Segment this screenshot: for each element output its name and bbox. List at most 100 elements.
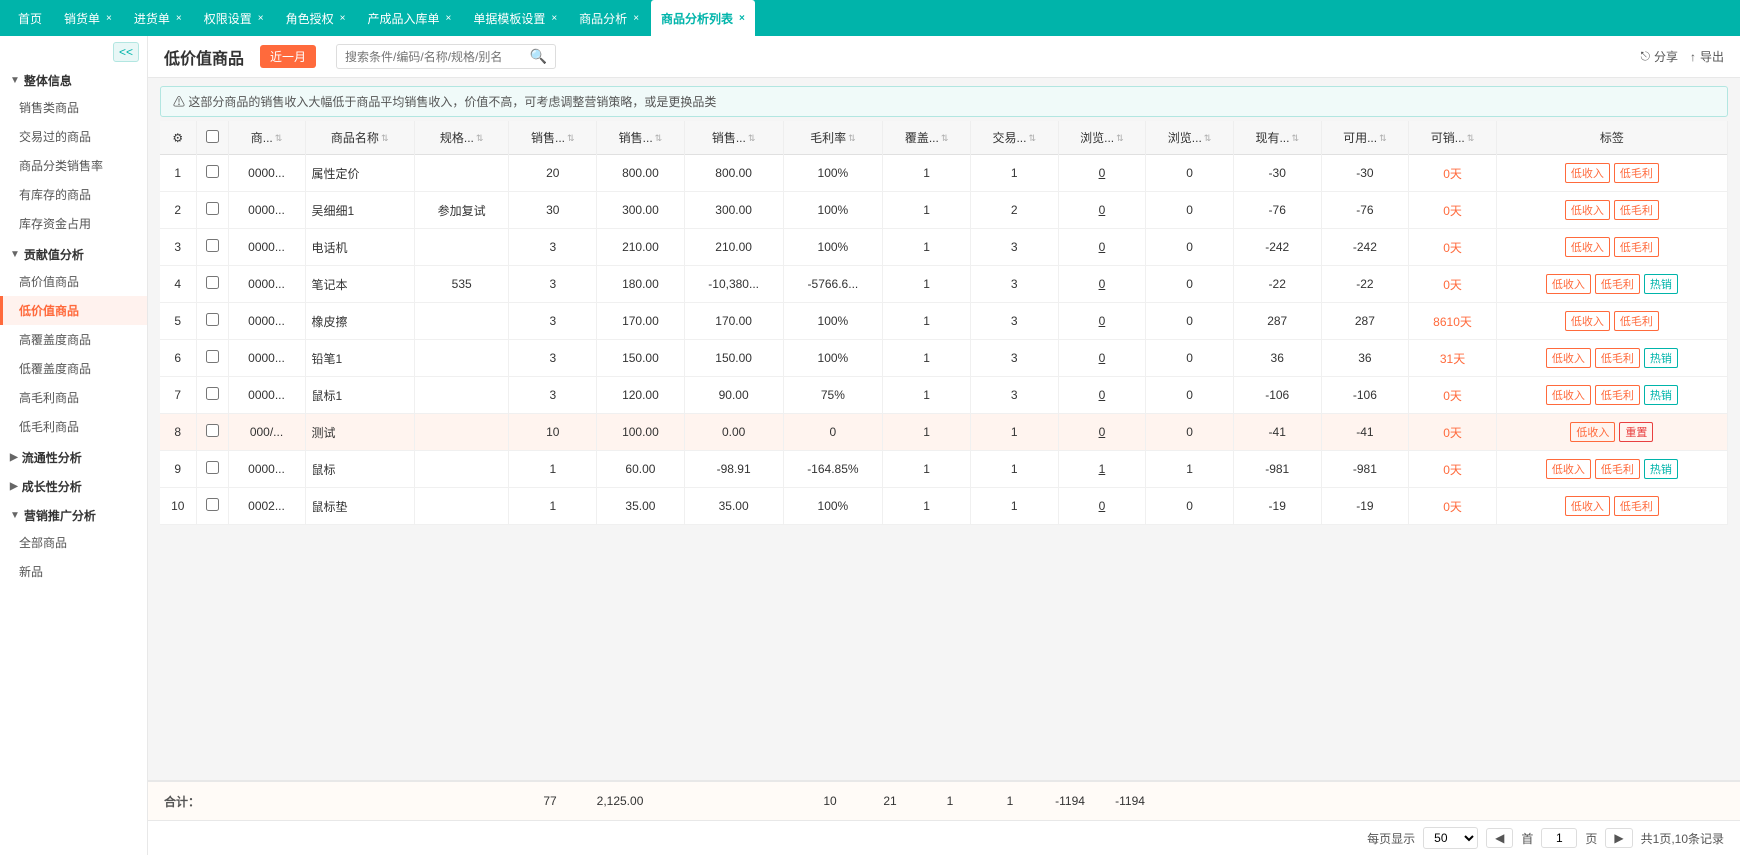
col-sales1[interactable]: 销售...⇅ (509, 121, 597, 155)
search-input[interactable] (345, 50, 530, 64)
nav-sales-order[interactable]: 销货单 × (54, 0, 122, 36)
sidebar-group-marketing[interactable]: ▼ 营销推广分析 (0, 499, 147, 528)
col-available[interactable]: 可用...⇅ (1321, 121, 1409, 155)
col-view1[interactable]: 浏览...⇅ (1058, 121, 1146, 155)
cell-checkbox[interactable] (196, 488, 228, 525)
sidebar-item-category-rate[interactable]: 商品分类销售率 (0, 151, 147, 180)
cell-checkbox[interactable] (196, 340, 228, 377)
sidebar-item-low-coverage[interactable]: 低覆盖度商品 (0, 354, 147, 383)
col-spec[interactable]: 规格...⇅ (414, 121, 509, 155)
col-saleable[interactable]: 可销...⇅ (1409, 121, 1497, 155)
row-checkbox[interactable] (206, 202, 219, 215)
per-page-select[interactable]: 50 100 (1423, 827, 1478, 849)
sidebar-item-high-value[interactable]: 高价值商品 (0, 267, 147, 296)
sidebar-item-low-profit[interactable]: 低毛利商品 (0, 412, 147, 441)
link[interactable]: 0 (1099, 351, 1106, 365)
row-checkbox[interactable] (206, 461, 219, 474)
nav-permissions[interactable]: 权限设置 × (194, 0, 274, 36)
col-trade[interactable]: 交易...⇅ (970, 121, 1058, 155)
cell-view1[interactable]: 0 (1058, 266, 1146, 303)
close-icon[interactable]: × (106, 13, 112, 24)
row-checkbox[interactable] (206, 350, 219, 363)
link[interactable]: 0 (1099, 499, 1106, 513)
cell-view1[interactable]: 0 (1058, 155, 1146, 192)
nav-product-warehouse[interactable]: 产成品入库单 × (357, 0, 461, 36)
close-icon[interactable]: × (739, 13, 745, 24)
link[interactable]: 1 (1099, 462, 1106, 476)
sidebar-group-growth[interactable]: ▶ 成长性分析 (0, 470, 147, 499)
row-checkbox[interactable] (206, 498, 219, 511)
sidebar-group-liquidity[interactable]: ▶ 流通性分析 (0, 441, 147, 470)
sidebar-collapse-button[interactable]: << (113, 42, 139, 62)
cell-checkbox[interactable] (196, 414, 228, 451)
sidebar-item-in-stock[interactable]: 有库存的商品 (0, 180, 147, 209)
link[interactable]: 0 (1099, 314, 1106, 328)
col-coverage[interactable]: 覆盖...⇅ (883, 121, 971, 155)
sidebar-item-sales-goods[interactable]: 销售类商品 (0, 93, 147, 122)
col-margin[interactable]: 毛利率⇅ (783, 121, 883, 155)
cell-checkbox[interactable] (196, 377, 228, 414)
export-button[interactable]: ↑ 导出 (1690, 48, 1724, 65)
col-name[interactable]: 商品名称⇅ (305, 121, 414, 155)
sidebar-item-new-goods[interactable]: 新品 (0, 557, 147, 586)
link[interactable]: 0 (1099, 277, 1106, 291)
col-sales3[interactable]: 销售...⇅ (684, 121, 783, 155)
nav-home[interactable]: 首页 (8, 0, 52, 36)
link[interactable]: 0 (1099, 240, 1106, 254)
cell-view1[interactable]: 0 (1058, 303, 1146, 340)
row-checkbox[interactable] (206, 165, 219, 178)
row-checkbox[interactable] (206, 239, 219, 252)
nav-role-auth[interactable]: 角色授权 × (276, 0, 356, 36)
select-all-checkbox[interactable] (206, 130, 219, 143)
row-checkbox[interactable] (206, 424, 219, 437)
sidebar-item-stock-funds[interactable]: 库存资金占用 (0, 209, 147, 238)
cell-view1[interactable]: 1 (1058, 451, 1146, 488)
col-view2[interactable]: 浏览...⇅ (1146, 121, 1234, 155)
sidebar-item-all-goods[interactable]: 全部商品 (0, 528, 147, 557)
link[interactable]: 0 (1099, 166, 1106, 180)
sidebar-item-high-coverage[interactable]: 高覆盖度商品 (0, 325, 147, 354)
sidebar-item-high-profit[interactable]: 高毛利商品 (0, 383, 147, 412)
table-container[interactable]: ⚙ 商...⇅ 商品名称⇅ 规格...⇅ 销售...⇅ 销售...⇅ 销售...… (148, 121, 1740, 780)
cell-view1[interactable]: 0 (1058, 488, 1146, 525)
row-checkbox[interactable] (206, 387, 219, 400)
nav-product-analysis[interactable]: 商品分析 × (569, 0, 649, 36)
next-page-button[interactable]: ▶ (1605, 828, 1632, 848)
cell-checkbox[interactable] (196, 266, 228, 303)
cell-checkbox[interactable] (196, 451, 228, 488)
cell-checkbox[interactable] (196, 303, 228, 340)
link[interactable]: 0 (1099, 388, 1106, 402)
cell-checkbox[interactable] (196, 192, 228, 229)
close-icon[interactable]: × (340, 13, 346, 24)
col-current[interactable]: 现有...⇅ (1233, 121, 1321, 155)
close-icon[interactable]: × (176, 13, 182, 24)
link[interactable]: 0 (1099, 425, 1106, 439)
cell-view1[interactable]: 0 (1058, 340, 1146, 377)
close-icon[interactable]: × (445, 13, 451, 24)
link[interactable]: 0 (1099, 203, 1106, 217)
time-filter-button[interactable]: 近一月 (260, 45, 316, 68)
cell-view1[interactable]: 0 (1058, 377, 1146, 414)
sidebar-item-traded-goods[interactable]: 交易过的商品 (0, 122, 147, 151)
col-gear[interactable]: ⚙ (160, 121, 196, 155)
cell-view1[interactable]: 0 (1058, 192, 1146, 229)
close-icon[interactable]: × (258, 13, 264, 24)
close-icon[interactable]: × (633, 13, 639, 24)
sidebar-group-contribution[interactable]: ▼ 贡献值分析 (0, 238, 147, 267)
cell-view1[interactable]: 0 (1058, 414, 1146, 451)
nav-template-settings[interactable]: 单据模板设置 × (463, 0, 567, 36)
first-page-button[interactable]: ◀ (1486, 828, 1513, 848)
row-checkbox[interactable] (206, 276, 219, 289)
row-checkbox[interactable] (206, 313, 219, 326)
nav-product-analysis-list[interactable]: 商品分析列表 × (651, 0, 755, 36)
cell-checkbox[interactable] (196, 229, 228, 266)
share-button[interactable]: ⎋ 分享 (1640, 48, 1678, 65)
sidebar-item-low-value[interactable]: 低价值商品 (0, 296, 147, 325)
sidebar-group-overall[interactable]: ▼ 整体信息 (0, 64, 147, 93)
col-code[interactable]: 商...⇅ (228, 121, 305, 155)
search-icon[interactable]: 🔍 (530, 48, 547, 65)
cell-view1[interactable]: 0 (1058, 229, 1146, 266)
col-checkbox[interactable] (196, 121, 228, 155)
nav-purchase-order[interactable]: 进货单 × (124, 0, 192, 36)
page-number-input[interactable] (1541, 828, 1577, 848)
